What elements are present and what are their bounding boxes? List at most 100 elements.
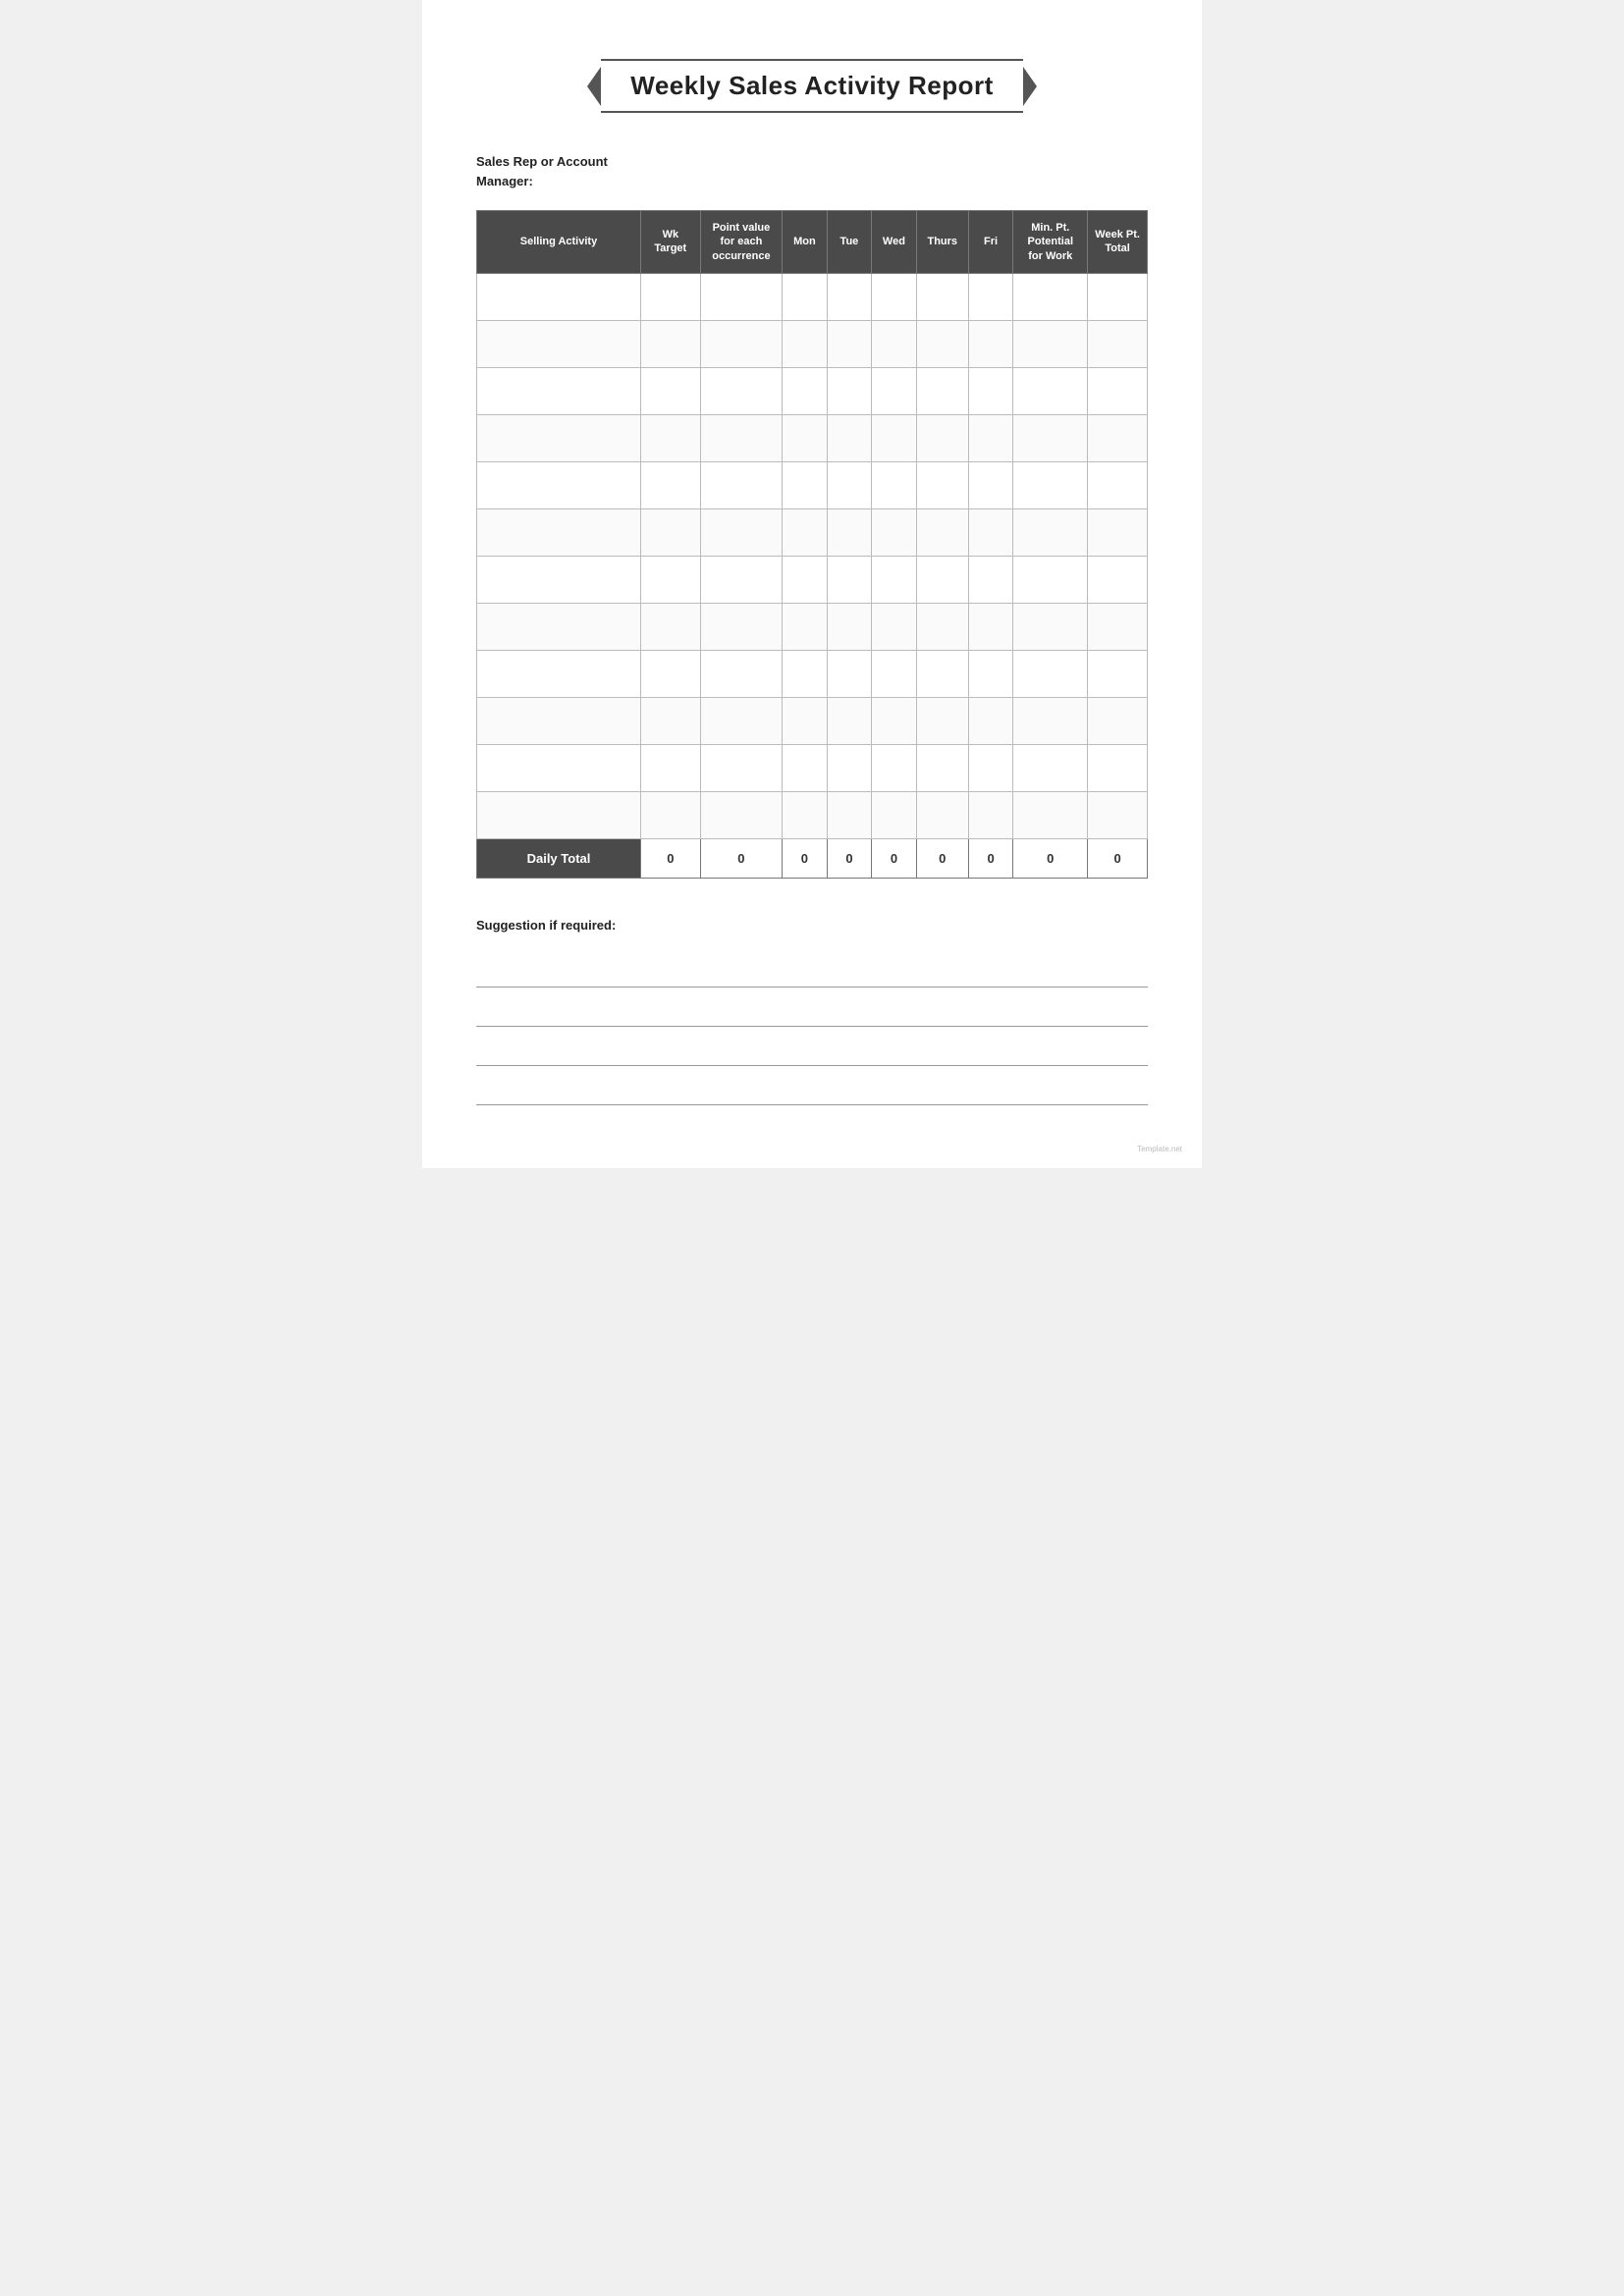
cell-r10-c8[interactable] [968, 697, 1013, 744]
cell-r2-c9[interactable] [1013, 320, 1088, 367]
cell-r3-c6[interactable] [872, 367, 917, 414]
cell-r1-c1[interactable] [477, 273, 641, 320]
cell-r11-c3[interactable] [700, 744, 782, 791]
cell-r3-c8[interactable] [968, 367, 1013, 414]
cell-r12-c4[interactable] [783, 791, 828, 838]
cell-r9-c2[interactable] [640, 650, 700, 697]
cell-r5-c8[interactable] [968, 461, 1013, 508]
cell-r12-c1[interactable] [477, 791, 641, 838]
cell-r11-c2[interactable] [640, 744, 700, 791]
cell-r3-c7[interactable] [916, 367, 968, 414]
cell-r3-c3[interactable] [700, 367, 782, 414]
cell-r10-c10[interactable] [1088, 697, 1148, 744]
cell-r1-c4[interactable] [783, 273, 828, 320]
cell-r4-c9[interactable] [1013, 414, 1088, 461]
cell-r8-c5[interactable] [827, 603, 872, 650]
cell-r3-c4[interactable] [783, 367, 828, 414]
cell-r6-c2[interactable] [640, 508, 700, 556]
cell-r8-c1[interactable] [477, 603, 641, 650]
cell-r12-c7[interactable] [916, 791, 968, 838]
table-row[interactable] [477, 461, 1148, 508]
suggestion-line-1[interactable] [476, 952, 1148, 988]
cell-r4-c10[interactable] [1088, 414, 1148, 461]
cell-r6-c4[interactable] [783, 508, 828, 556]
cell-r7-c10[interactable] [1088, 556, 1148, 603]
cell-r7-c2[interactable] [640, 556, 700, 603]
cell-r7-c8[interactable] [968, 556, 1013, 603]
suggestion-line-2[interactable] [476, 991, 1148, 1027]
cell-r12-c2[interactable] [640, 791, 700, 838]
cell-r9-c1[interactable] [477, 650, 641, 697]
cell-r11-c10[interactable] [1088, 744, 1148, 791]
cell-r10-c6[interactable] [872, 697, 917, 744]
cell-r8-c9[interactable] [1013, 603, 1088, 650]
cell-r6-c10[interactable] [1088, 508, 1148, 556]
cell-r10-c2[interactable] [640, 697, 700, 744]
cell-r11-c9[interactable] [1013, 744, 1088, 791]
cell-r6-c3[interactable] [700, 508, 782, 556]
cell-r4-c7[interactable] [916, 414, 968, 461]
cell-r11-c6[interactable] [872, 744, 917, 791]
table-row[interactable] [477, 791, 1148, 838]
cell-r3-c2[interactable] [640, 367, 700, 414]
cell-r8-c10[interactable] [1088, 603, 1148, 650]
cell-r11-c5[interactable] [827, 744, 872, 791]
cell-r1-c6[interactable] [872, 273, 917, 320]
cell-r1-c7[interactable] [916, 273, 968, 320]
cell-r9-c5[interactable] [827, 650, 872, 697]
table-row[interactable] [477, 697, 1148, 744]
cell-r9-c7[interactable] [916, 650, 968, 697]
cell-r7-c9[interactable] [1013, 556, 1088, 603]
cell-r6-c8[interactable] [968, 508, 1013, 556]
cell-r11-c8[interactable] [968, 744, 1013, 791]
cell-r8-c7[interactable] [916, 603, 968, 650]
cell-r7-c7[interactable] [916, 556, 968, 603]
cell-r3-c9[interactable] [1013, 367, 1088, 414]
cell-r1-c3[interactable] [700, 273, 782, 320]
cell-r10-c7[interactable] [916, 697, 968, 744]
cell-r10-c9[interactable] [1013, 697, 1088, 744]
cell-r8-c3[interactable] [700, 603, 782, 650]
cell-r5-c6[interactable] [872, 461, 917, 508]
cell-r12-c3[interactable] [700, 791, 782, 838]
table-row[interactable] [477, 273, 1148, 320]
cell-r8-c8[interactable] [968, 603, 1013, 650]
cell-r4-c5[interactable] [827, 414, 872, 461]
cell-r2-c4[interactable] [783, 320, 828, 367]
cell-r9-c8[interactable] [968, 650, 1013, 697]
cell-r12-c5[interactable] [827, 791, 872, 838]
cell-r7-c1[interactable] [477, 556, 641, 603]
cell-r5-c5[interactable] [827, 461, 872, 508]
cell-r8-c4[interactable] [783, 603, 828, 650]
cell-r9-c3[interactable] [700, 650, 782, 697]
cell-r4-c8[interactable] [968, 414, 1013, 461]
cell-r9-c10[interactable] [1088, 650, 1148, 697]
cell-r1-c9[interactable] [1013, 273, 1088, 320]
cell-r6-c5[interactable] [827, 508, 872, 556]
cell-r10-c1[interactable] [477, 697, 641, 744]
cell-r5-c2[interactable] [640, 461, 700, 508]
table-row[interactable] [477, 603, 1148, 650]
cell-r4-c6[interactable] [872, 414, 917, 461]
suggestion-line-4[interactable] [476, 1070, 1148, 1105]
cell-r9-c6[interactable] [872, 650, 917, 697]
cell-r7-c4[interactable] [783, 556, 828, 603]
cell-r12-c8[interactable] [968, 791, 1013, 838]
cell-r3-c5[interactable] [827, 367, 872, 414]
cell-r10-c4[interactable] [783, 697, 828, 744]
cell-r2-c8[interactable] [968, 320, 1013, 367]
cell-r2-c10[interactable] [1088, 320, 1148, 367]
cell-r6-c1[interactable] [477, 508, 641, 556]
cell-r5-c1[interactable] [477, 461, 641, 508]
cell-r5-c4[interactable] [783, 461, 828, 508]
cell-r7-c3[interactable] [700, 556, 782, 603]
cell-r4-c3[interactable] [700, 414, 782, 461]
cell-r10-c3[interactable] [700, 697, 782, 744]
cell-r11-c1[interactable] [477, 744, 641, 791]
cell-r2-c6[interactable] [872, 320, 917, 367]
cell-r2-c3[interactable] [700, 320, 782, 367]
cell-r10-c5[interactable] [827, 697, 872, 744]
cell-r5-c9[interactable] [1013, 461, 1088, 508]
cell-r12-c10[interactable] [1088, 791, 1148, 838]
cell-r2-c7[interactable] [916, 320, 968, 367]
